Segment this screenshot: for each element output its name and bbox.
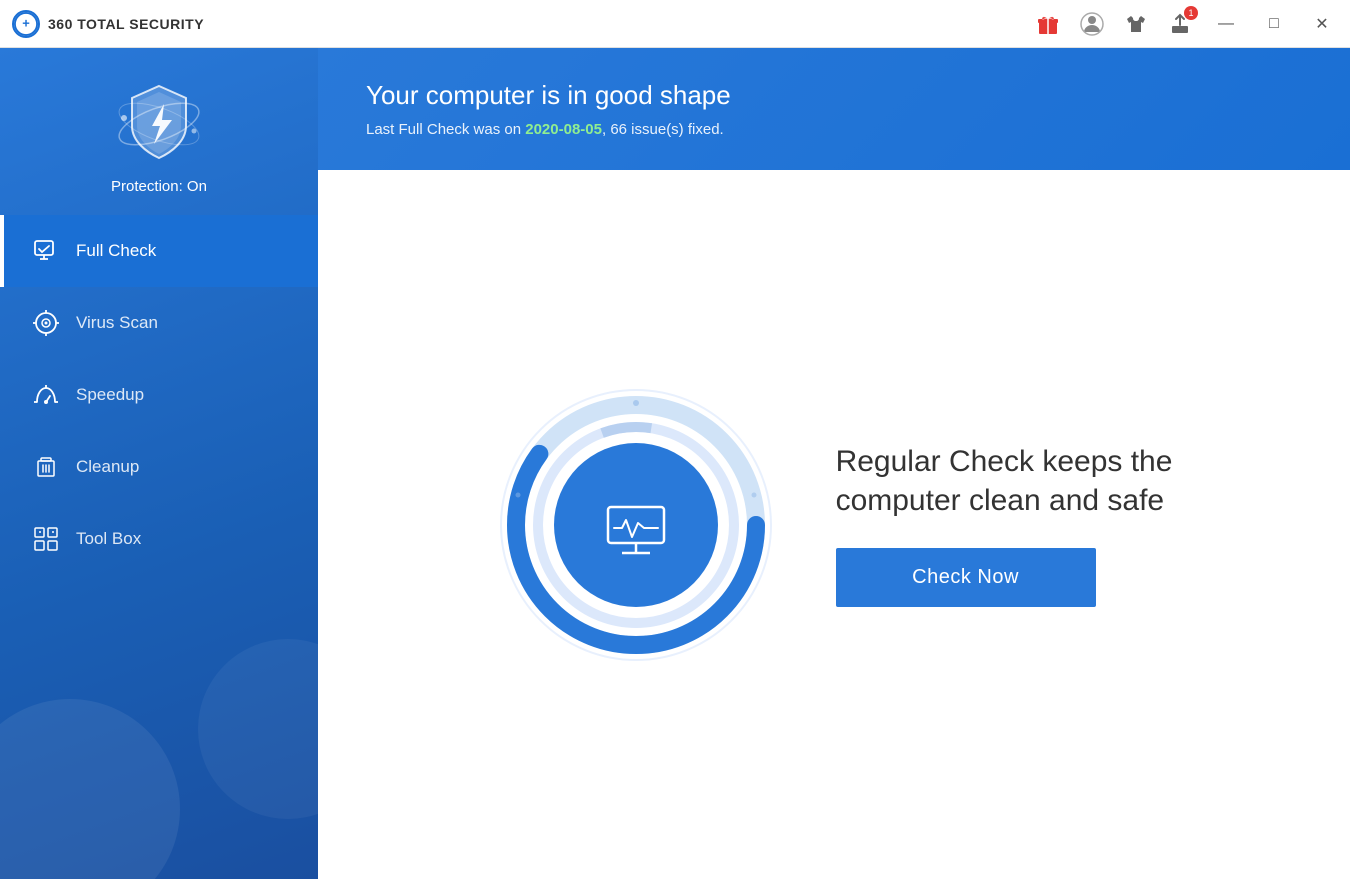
app-title: 360 TOTAL SECURITY [48,16,204,32]
virus-scan-icon [32,309,60,337]
last-check-prefix: Last Full Check was on [366,121,525,138]
titlebar-right: 1 — □ ✕ [1034,8,1338,40]
notification-badge: 1 [1184,6,1198,20]
shirt-icon[interactable] [1122,10,1150,38]
maximize-button[interactable]: □ [1258,8,1290,40]
full-check-icon [32,237,60,265]
sidebar-label-full-check: Full Check [76,241,156,261]
last-check-suffix: , 66 issue(s) fixed. [602,121,724,138]
content-right: Regular Check keeps the computer clean a… [836,442,1173,607]
sidebar: Protection: On Full Check [0,48,318,879]
sidebar-label-virus-scan: Virus Scan [76,313,158,333]
gift-icon[interactable] [1034,10,1062,38]
sidebar-item-tool-box[interactable]: Tool Box [0,503,318,575]
titlebar-left: + 360 TOTAL SECURITY [12,10,204,38]
check-now-button[interactable]: Check Now [836,548,1096,607]
app-logo-icon: + [12,10,40,38]
tagline: Regular Check keeps the computer clean a… [836,442,1173,520]
svg-text:+: + [22,15,30,30]
sidebar-item-virus-scan[interactable]: Virus Scan [0,287,318,359]
donut-svg [496,385,776,665]
toolbox-icon [32,525,60,553]
sidebar-item-cleanup[interactable]: Cleanup [0,431,318,503]
close-button[interactable]: ✕ [1306,8,1338,40]
content-header: Your computer is in good shape Last Full… [318,48,1350,170]
cleanup-icon [32,453,60,481]
sidebar-item-speedup[interactable]: Speedup [0,359,318,431]
content-body: Regular Check keeps the computer clean a… [318,170,1350,879]
speedup-icon [32,381,60,409]
sidebar-label-speedup: Speedup [76,385,144,405]
content-area: Your computer is in good shape Last Full… [318,48,1350,879]
minimize-button[interactable]: — [1210,8,1242,40]
upload-icon[interactable]: 1 [1166,10,1194,38]
user-icon[interactable] [1078,10,1106,38]
donut-chart [496,385,776,665]
last-check-date: 2020-08-05 [525,121,602,138]
last-check-text: Last Full Check was on 2020-08-05, 66 is… [366,121,1302,138]
tagline-line2: computer clean and safe [836,484,1165,517]
sidebar-item-full-check[interactable]: Full Check [0,215,318,287]
tagline-line1: Regular Check keeps the [836,445,1173,478]
shield-logo-icon [114,76,204,166]
titlebar: + 360 TOTAL SECURITY [0,0,1350,48]
main-container: Protection: On Full Check [0,48,1350,879]
sidebar-label-cleanup: Cleanup [76,457,139,477]
sidebar-label-tool-box: Tool Box [76,529,141,549]
status-title: Your computer is in good shape [366,80,1302,111]
protection-status: Protection: On [111,178,207,195]
logo-section: Protection: On [0,48,318,215]
